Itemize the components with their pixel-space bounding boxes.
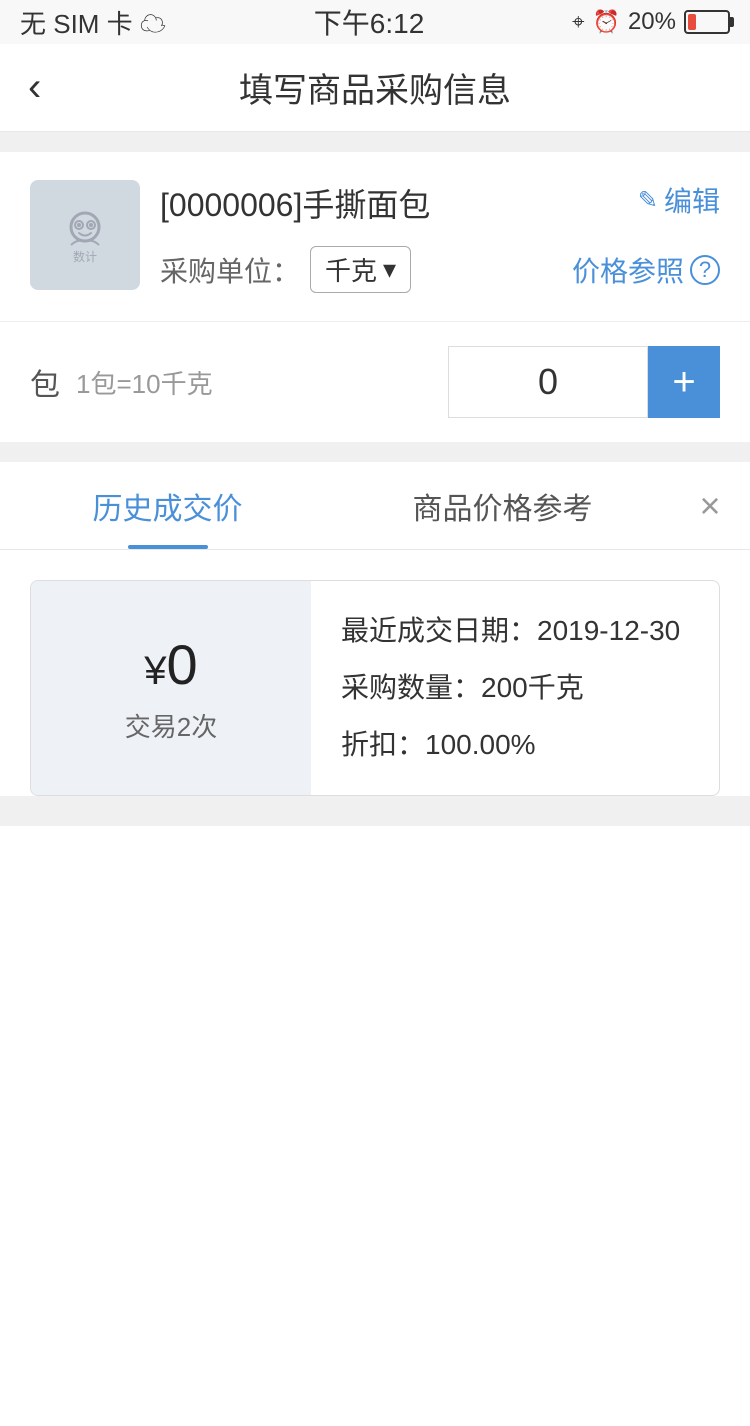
price-summary: ¥0 交易2次 [31, 581, 311, 795]
back-button[interactable]: ‹ [28, 65, 41, 110]
product-unit-row: 采购单位： 千克 ▾ 价格参照 ? [160, 246, 720, 293]
nav-bar: ‹ 填写商品采购信息 [0, 44, 750, 132]
edit-button[interactable]: ✎ 编辑 [638, 180, 720, 220]
location-icon: ⌖ [572, 9, 584, 35]
product-thumbnail: 数计 [30, 180, 140, 290]
dropdown-arrow-icon: ▾ [383, 254, 396, 285]
quantity-row: 包 1包=10千克 + [0, 321, 750, 442]
page-title: 填写商品采购信息 [239, 63, 511, 112]
product-name: [0000006]手撕面包 [160, 180, 430, 226]
price-card: ¥0 交易2次 最近成交日期：2019-12-30 采购数量：200千克 折扣：… [30, 580, 720, 796]
price-reference-button[interactable]: 价格参照 ? [572, 250, 720, 290]
product-info: [0000006]手撕面包 ✎ 编辑 采购单位： 千克 ▾ 价格参照 ? [160, 180, 720, 293]
quantity-unit-info: 包 1包=10千克 [30, 360, 213, 404]
battery-percent: 20% [628, 8, 676, 36]
help-icon: ? [690, 255, 720, 285]
recent-trade-date: 最近成交日期：2019-12-30 [341, 611, 689, 650]
status-right: ⌖ ⏰ 20% [572, 8, 730, 36]
edit-icon: ✎ [638, 186, 658, 215]
quantity-plus-button[interactable]: + [648, 346, 720, 418]
close-tabs-button[interactable]: × [670, 485, 750, 527]
status-bar: 无 SIM 卡 ☁ 下午6:12 ⌖ ⏰ 20% [0, 0, 750, 44]
package-unit-label: 包 [30, 360, 60, 404]
price-value: ¥0 [144, 632, 197, 697]
sim-status: 无 SIM 卡 ☁ [20, 4, 166, 41]
quantity-input-group: + [448, 346, 720, 418]
price-details: 最近成交日期：2019-12-30 采购数量：200千克 折扣：100.00% [311, 581, 719, 795]
battery-fill [688, 14, 696, 30]
product-image-placeholder: 数计 [55, 205, 115, 265]
bottom-area [0, 826, 750, 1426]
tab-historical-price[interactable]: 历史成交价 [0, 462, 335, 549]
battery-icon [684, 10, 730, 34]
tabs-header: 历史成交价 商品价格参考 × [0, 462, 750, 550]
tabs-section: 历史成交价 商品价格参考 × ¥0 交易2次 最近成交日期：2019-12-30… [0, 462, 750, 796]
trade-count: 交易2次 [125, 707, 217, 744]
currency-symbol: ¥ [144, 649, 166, 693]
discount-rate: 折扣：100.00% [341, 725, 689, 764]
quantity-input[interactable] [448, 346, 648, 418]
unit-dropdown[interactable]: 千克 ▾ [310, 246, 411, 293]
purchase-quantity: 采购数量：200千克 [341, 668, 689, 707]
svg-text:数计: 数计 [73, 249, 97, 264]
unit-label: 采购单位： [160, 250, 300, 290]
tab-active-indicator [128, 545, 208, 549]
tab-product-price-reference[interactable]: 商品价格参考 [335, 462, 670, 549]
status-left: 无 SIM 卡 ☁ [20, 4, 166, 41]
product-card: 数计 [0000006]手撕面包 ✎ 编辑 采购单位： 千克 ▾ 价格参照 ? [0, 152, 750, 321]
status-time: 下午6:12 [314, 2, 425, 42]
unit-conversion-text: 1包=10千克 [76, 364, 213, 401]
product-header: [0000006]手撕面包 ✎ 编辑 [160, 180, 720, 226]
alarm-icon: ⏰ [593, 9, 620, 35]
